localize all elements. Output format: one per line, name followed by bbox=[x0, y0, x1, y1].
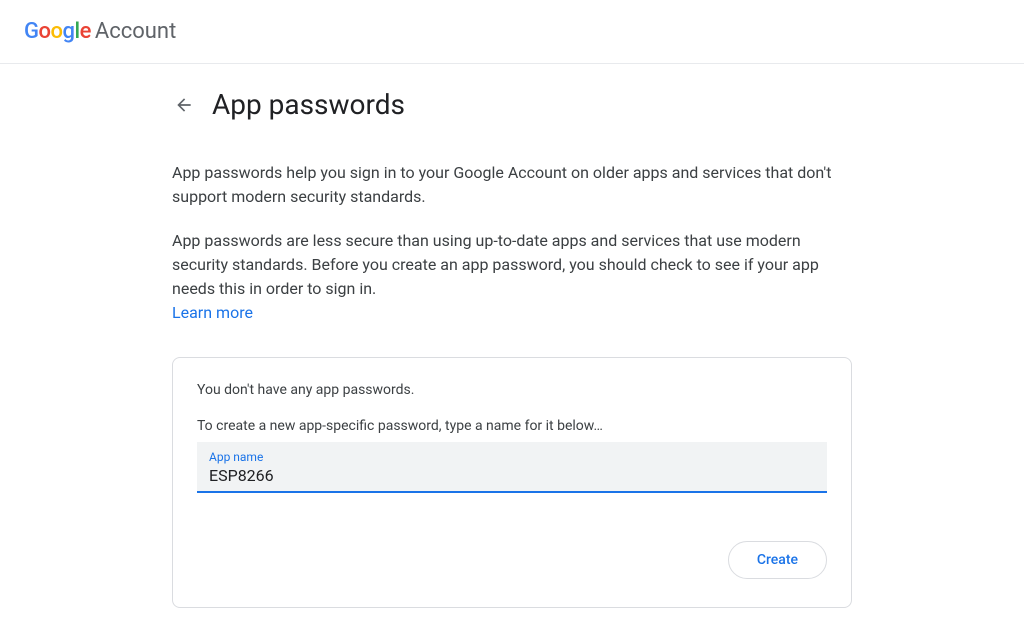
button-row: Create bbox=[197, 541, 827, 579]
empty-state-message: You don't have any app passwords. bbox=[197, 382, 827, 398]
learn-more-link[interactable]: Learn more bbox=[172, 303, 253, 322]
create-button[interactable]: Create bbox=[728, 541, 827, 579]
back-arrow-icon[interactable] bbox=[172, 93, 196, 117]
description-paragraph-1: App passwords help you sign in to your G… bbox=[172, 161, 852, 209]
app-passwords-card: You don't have any app passwords. To cre… bbox=[172, 357, 852, 608]
app-name-input[interactable] bbox=[209, 466, 815, 485]
description-paragraph-2: App passwords are less secure than using… bbox=[172, 229, 852, 325]
account-label: Account bbox=[95, 19, 176, 44]
google-logo: Google bbox=[24, 19, 91, 44]
description-text-2: App passwords are less secure than using… bbox=[172, 231, 819, 298]
title-row: App passwords bbox=[172, 88, 852, 121]
app-header: Google Account bbox=[0, 0, 1024, 64]
create-instruction: To create a new app-specific password, t… bbox=[197, 418, 827, 434]
main-content: App passwords App passwords help you sig… bbox=[172, 64, 852, 608]
app-name-input-container[interactable]: App name bbox=[197, 442, 827, 493]
page-title: App passwords bbox=[212, 88, 405, 121]
app-name-input-label: App name bbox=[209, 450, 815, 464]
